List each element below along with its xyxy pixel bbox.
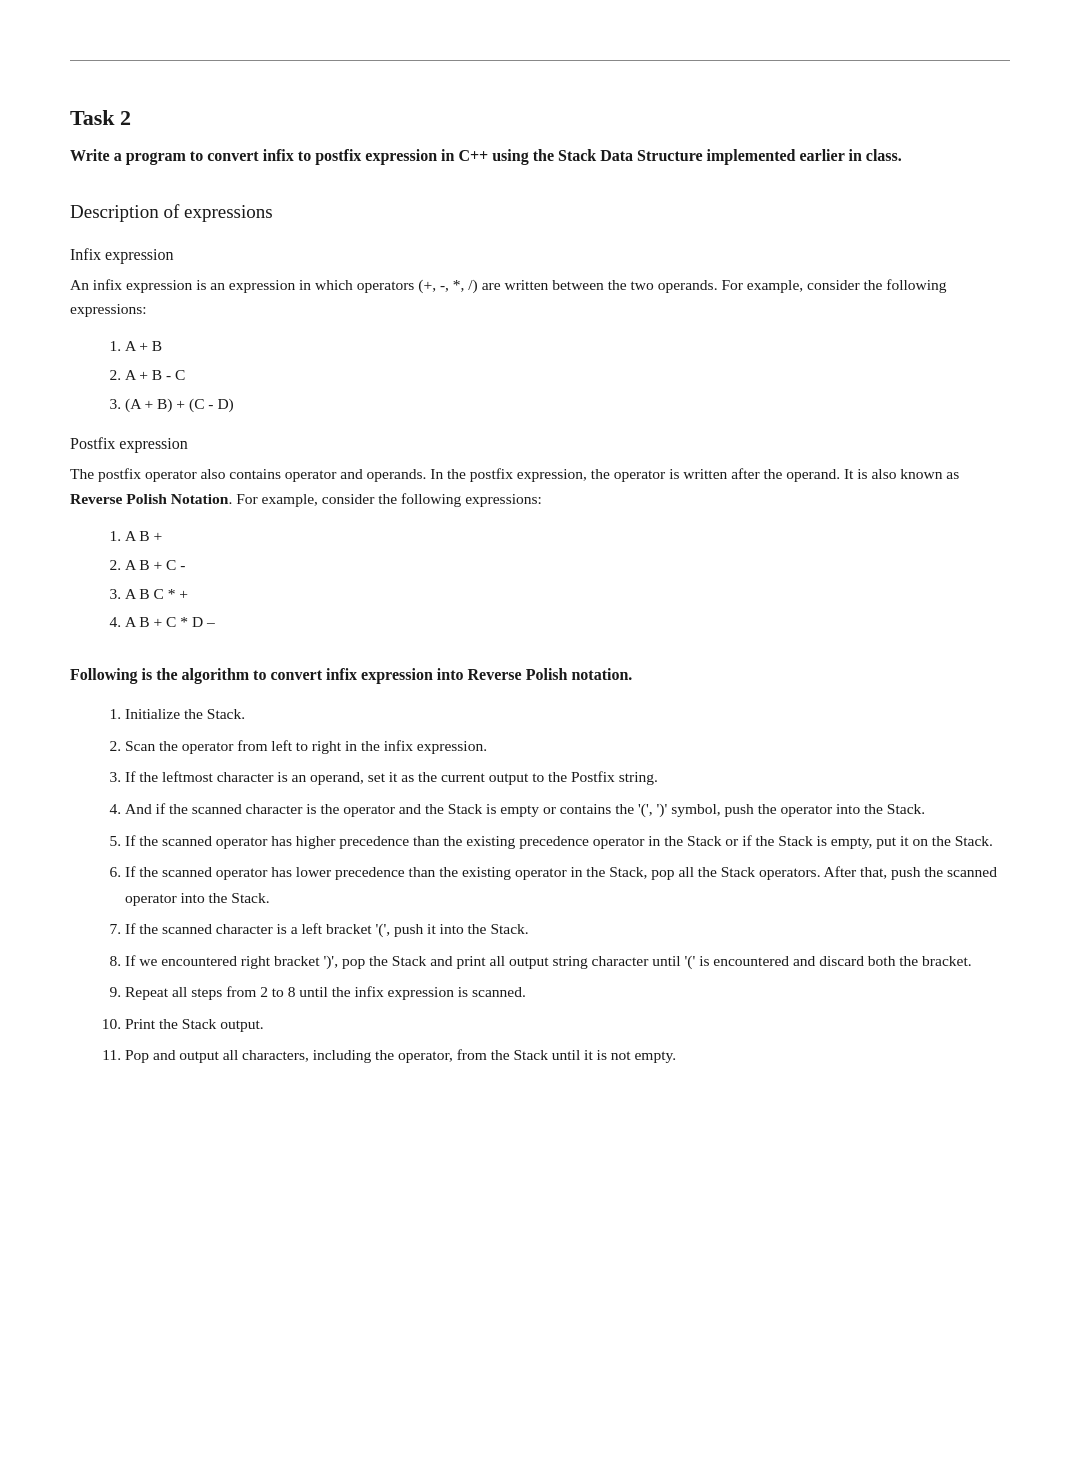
infix-examples-list: A + B A + B - C (A + B) + (C - D) bbox=[125, 334, 1010, 416]
list-item: A B C * + bbox=[125, 582, 1010, 607]
algorithm-step-9: Repeat all steps from 2 to 8 until the i… bbox=[125, 979, 1010, 1005]
infix-paragraph: An infix expression is an expression in … bbox=[70, 273, 1010, 323]
list-item: A + B bbox=[125, 334, 1010, 359]
algorithm-step-4: And if the scanned character is the oper… bbox=[125, 796, 1010, 822]
list-item: (A + B) + (C - D) bbox=[125, 392, 1010, 417]
algorithm-heading: Following is the algorithm to convert in… bbox=[70, 663, 1010, 687]
list-item: A B + bbox=[125, 524, 1010, 549]
task-title: Task 2 bbox=[70, 101, 1010, 134]
algorithm-step-10: Print the Stack output. bbox=[125, 1011, 1010, 1037]
algorithm-step-5: If the scanned operator has higher prece… bbox=[125, 828, 1010, 854]
infix-sub-heading: Infix expression bbox=[70, 243, 1010, 267]
algorithm-step-2: Scan the operator from left to right in … bbox=[125, 733, 1010, 759]
algorithm-step-3: If the leftmost character is an operand,… bbox=[125, 764, 1010, 790]
algorithm-step-6: If the scanned operator has lower preced… bbox=[125, 859, 1010, 910]
postfix-paragraph: The postfix operator also contains opera… bbox=[70, 462, 1010, 512]
algorithm-step-1: Initialize the Stack. bbox=[125, 701, 1010, 727]
postfix-paragraph-after: . For example, consider the following ex… bbox=[228, 490, 541, 507]
postfix-paragraph-before: The postfix operator also contains opera… bbox=[70, 465, 959, 482]
list-item: A B + C * D – bbox=[125, 610, 1010, 635]
description-heading: Description of expressions bbox=[70, 198, 1010, 227]
algorithm-step-11: Pop and output all characters, including… bbox=[125, 1042, 1010, 1068]
task-subtitle: Write a program to convert infix to post… bbox=[70, 144, 1010, 168]
algorithm-step-7: If the scanned character is a left brack… bbox=[125, 916, 1010, 942]
top-border bbox=[70, 60, 1010, 61]
algorithm-step-8: If we encountered right bracket ')', pop… bbox=[125, 948, 1010, 974]
list-item: A + B - C bbox=[125, 363, 1010, 388]
postfix-examples-list: A B + A B + C - A B C * + A B + C * D – bbox=[125, 524, 1010, 635]
algorithm-steps-list: Initialize the Stack. Scan the operator … bbox=[125, 701, 1010, 1068]
postfix-sub-heading: Postfix expression bbox=[70, 432, 1010, 456]
list-item: A B + C - bbox=[125, 553, 1010, 578]
postfix-bold: Reverse Polish Notation bbox=[70, 490, 228, 507]
